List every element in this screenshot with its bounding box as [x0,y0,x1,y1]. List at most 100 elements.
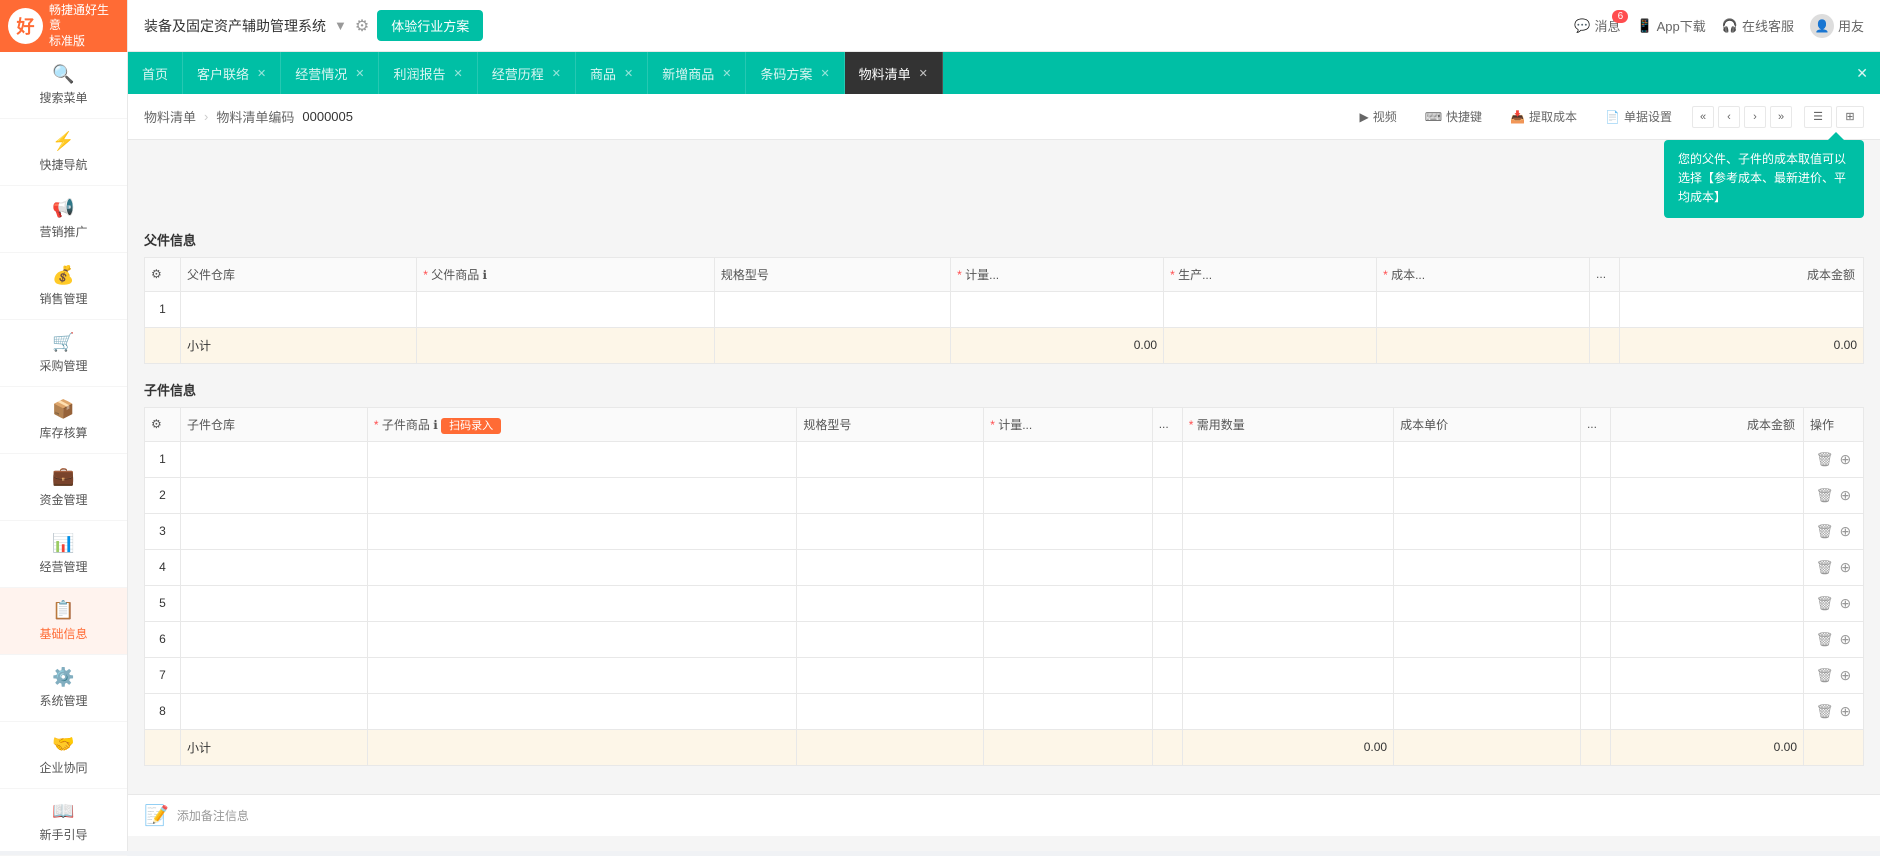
child-cell-qty[interactable] [1182,657,1393,693]
child-gear-icon[interactable]: ⚙ [151,417,162,431]
child-cell-warehouse[interactable] [181,585,368,621]
child-cell-unit-cost[interactable] [1394,693,1581,729]
child-cell-unit[interactable] [984,549,1152,585]
message-button[interactable]: 💬 消息 6 [1574,16,1620,35]
copy-icon[interactable]: ⊕ [1840,523,1852,540]
nav-tab-home[interactable]: 首页 [128,52,183,94]
parent-cell-cost[interactable] [1377,291,1590,327]
nav-tab-close-profit[interactable]: ✕ [454,67,463,80]
child-cell-spec[interactable] [797,693,984,729]
child-cell-goods[interactable] [367,585,797,621]
delete-icon[interactable]: 🗑 [1816,703,1834,720]
child-cell-spec[interactable] [797,513,984,549]
child-cell-unit[interactable] [984,441,1152,477]
child-cell-unit[interactable] [984,477,1152,513]
nav-next-next[interactable]: » [1770,106,1792,128]
child-cell-warehouse[interactable] [181,693,368,729]
nav-prev-prev[interactable]: « [1692,106,1714,128]
view-button[interactable]: ▶ 视频 [1351,104,1404,129]
nav-close-all[interactable]: ✕ [1844,65,1880,82]
child-cell-spec[interactable] [797,441,984,477]
child-cell-warehouse[interactable] [181,477,368,513]
nav-tab-customers[interactable]: 客户联络✕ [183,52,281,94]
parent-cell-spec[interactable] [714,291,950,327]
child-cell-goods[interactable] [367,549,797,585]
delete-icon[interactable]: 🗑 [1816,523,1834,540]
child-cell-goods[interactable] [367,513,797,549]
sidebar-item-inventory[interactable]: 📦 库存核算 [0,387,127,454]
nav-tab-history[interactable]: 经营历程✕ [478,52,576,94]
copy-icon[interactable]: ⊕ [1840,595,1852,612]
gear-icon[interactable]: ⚙ [151,267,162,281]
sidebar-item-guide[interactable]: 📖 新手引导 [0,789,127,856]
child-cell-unit-cost[interactable] [1394,477,1581,513]
delete-icon[interactable]: 🗑 [1816,595,1834,612]
parent-cell-unit[interactable] [951,291,1164,327]
nav-prev[interactable]: ‹ [1718,106,1740,128]
online-service-button[interactable]: 🎧 在线客服 [1722,16,1794,35]
child-cell-warehouse[interactable] [181,441,368,477]
child-cell-warehouse[interactable] [181,621,368,657]
delete-icon[interactable]: 🗑 [1816,487,1834,504]
nav-tab-goods[interactable]: 商品✕ [576,52,648,94]
child-cell-goods[interactable] [367,477,797,513]
nav-tab-close-goods[interactable]: ✕ [624,67,633,80]
nav-tab-close-bom[interactable]: ✕ [919,67,928,80]
parent-cell-production[interactable] [1164,291,1377,327]
nav-tab-barcode[interactable]: 条码方案✕ [746,52,844,94]
child-cell-unit[interactable] [984,657,1152,693]
sidebar-item-operations[interactable]: 📊 经营管理 [0,521,127,588]
child-cell-spec[interactable] [797,477,984,513]
breadcrumb-item-bom[interactable]: 物料清单 [144,107,196,126]
sidebar-item-finance[interactable]: 💼 资金管理 [0,454,127,521]
child-cell-unit-cost[interactable] [1394,441,1581,477]
nav-tab-operations[interactable]: 经营情况✕ [281,52,379,94]
copy-icon[interactable]: ⊕ [1840,451,1852,468]
scan-button[interactable]: 扫码录入 [441,418,501,434]
child-cell-spec[interactable] [797,585,984,621]
sidebar-item-search[interactable]: 🔍 搜索菜单 [0,52,127,119]
shortcut-button[interactable]: ⌨ 快捷键 [1417,104,1490,129]
extract-cost-button[interactable]: 📥 提取成本 [1502,104,1585,129]
experience-button[interactable]: 体验行业方案 [377,10,483,41]
nav-tab-bom[interactable]: 物料清单✕ [845,52,943,94]
child-cell-unit-cost[interactable] [1394,657,1581,693]
child-cell-spec[interactable] [797,657,984,693]
sidebar-item-sales[interactable]: 💰 销售管理 [0,253,127,320]
nav-tab-profit[interactable]: 利润报告✕ [379,52,477,94]
child-cell-unit[interactable] [984,693,1152,729]
copy-icon[interactable]: ⊕ [1840,631,1852,648]
child-cell-warehouse[interactable] [181,513,368,549]
nav-tab-close-barcode[interactable]: ✕ [820,67,829,80]
copy-icon[interactable]: ⊕ [1840,667,1852,684]
nav-next[interactable]: › [1744,106,1766,128]
child-cell-unit[interactable] [984,513,1152,549]
delete-icon[interactable]: 🗑 [1816,667,1834,684]
sidebar-item-system[interactable]: ⚙️ 系统管理 [0,655,127,722]
child-cell-warehouse[interactable] [181,657,368,693]
settings-icon[interactable]: ⚙ [355,16,369,36]
delete-icon[interactable]: 🗑 [1816,631,1834,648]
sidebar-item-purchase[interactable]: 🛒 采购管理 [0,320,127,387]
delete-icon[interactable]: 🗑 [1816,559,1834,576]
sidebar-item-quick-nav[interactable]: ⚡ 快捷导航 [0,119,127,186]
parent-cell-goods[interactable] [417,291,715,327]
child-cell-warehouse[interactable] [181,549,368,585]
nav-tab-close-operations[interactable]: ✕ [355,67,364,80]
dropdown-icon[interactable]: ▼ [334,18,347,33]
sidebar-item-enterprise[interactable]: 🤝 企业协同 [0,722,127,789]
copy-icon[interactable]: ⊕ [1840,703,1852,720]
nav-tab-close-new-goods[interactable]: ✕ [722,67,731,80]
child-cell-spec[interactable] [797,549,984,585]
child-cell-qty[interactable] [1182,585,1393,621]
grid-view-btn[interactable]: ⊞ [1836,106,1864,128]
child-cell-goods[interactable] [367,441,797,477]
child-cell-unit-cost[interactable] [1394,513,1581,549]
add-note-text[interactable]: 添加备注信息 [177,807,249,824]
sidebar-item-marketing[interactable]: 📢 营销推广 [0,186,127,253]
sidebar-item-basic-info[interactable]: 📋 基础信息 [0,588,127,655]
user-button[interactable]: 👤 用友 [1810,14,1864,38]
child-cell-unit[interactable] [984,621,1152,657]
child-cell-goods[interactable] [367,657,797,693]
nav-tab-close-customers[interactable]: ✕ [257,67,266,80]
